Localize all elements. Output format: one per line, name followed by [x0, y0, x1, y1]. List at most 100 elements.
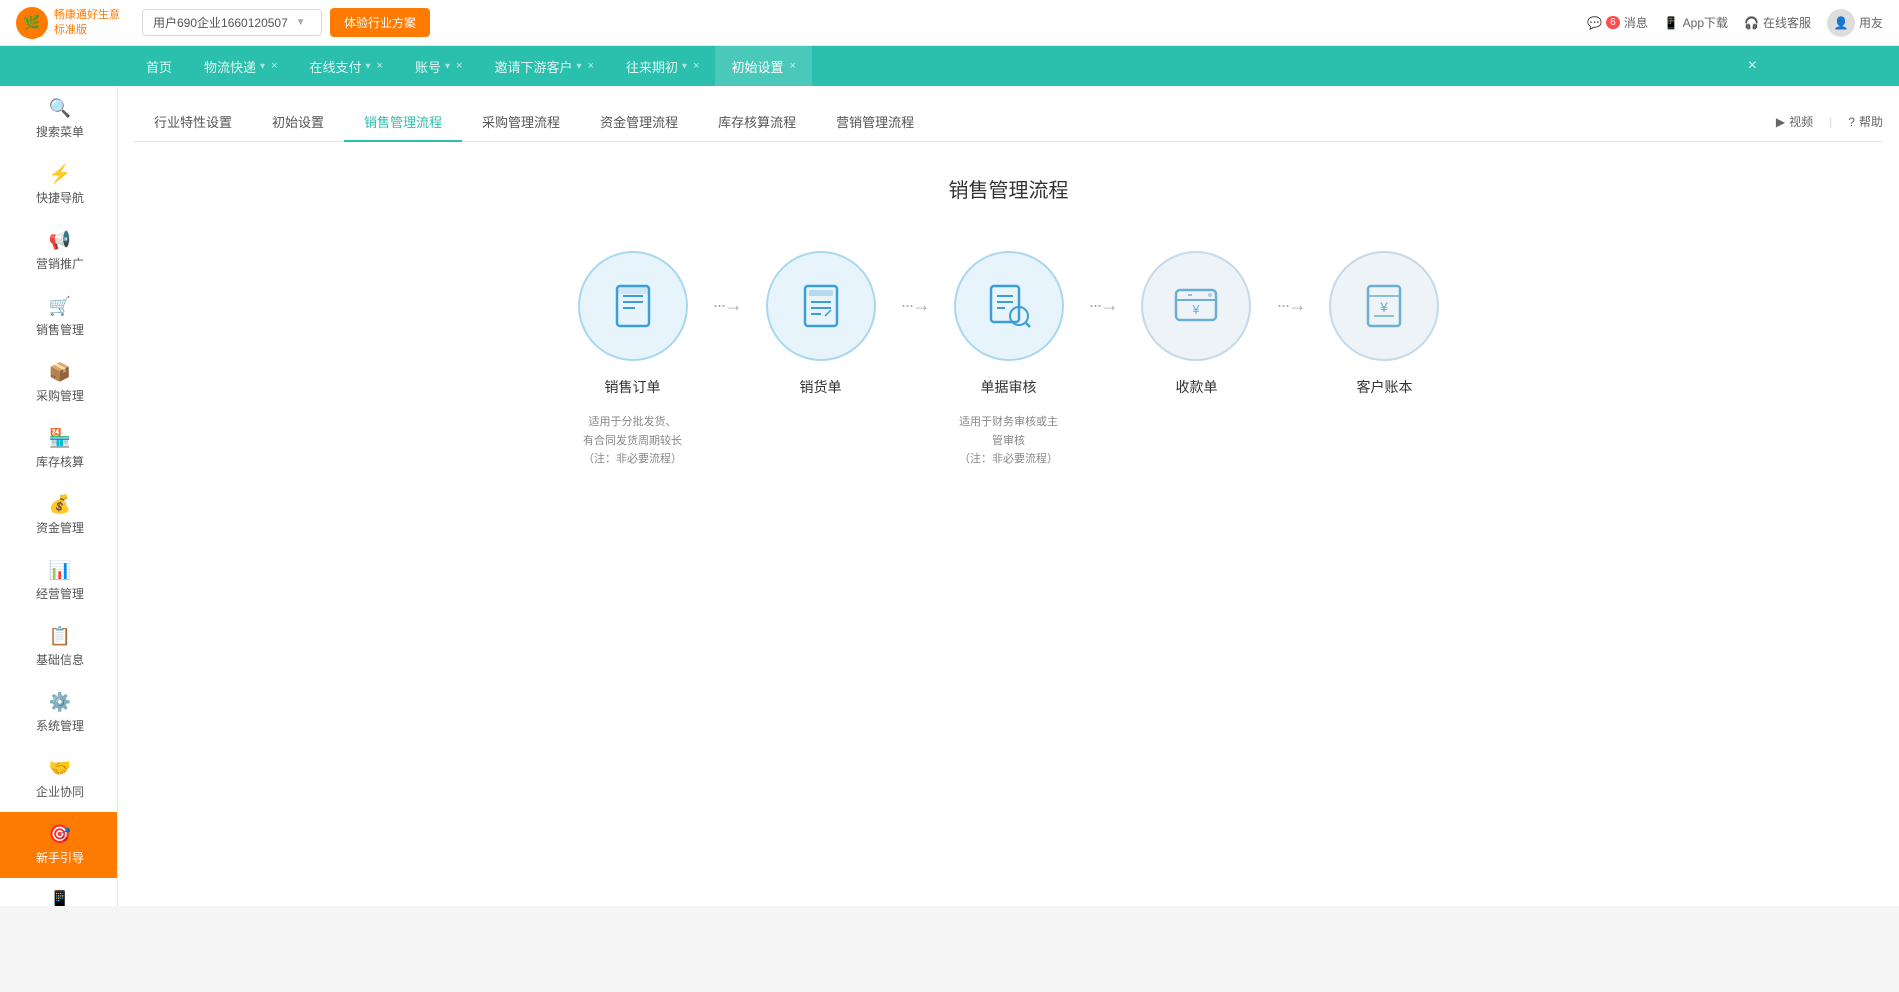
- sidebar-item-operations[interactable]: 📊 经营管理: [0, 548, 117, 614]
- main-content: 行业特性设置 初始设置 销售管理流程 采购管理流程 资金管理流程 库存核算流程 …: [118, 86, 1899, 906]
- sidebar: 🔍 搜索菜单 ⚡ 快捷导航 📢 营销推广 🛒 销售管理 📦 采购管理 🏪 库存核…: [0, 86, 118, 906]
- chevron-down-icon: ▾: [445, 61, 450, 72]
- search-icon: 🔍: [49, 98, 71, 119]
- logo-text: 畅康通好生意 标准版: [54, 8, 120, 37]
- mobile-icon: 📱: [49, 890, 71, 906]
- subtab-init[interactable]: 初始设置: [252, 102, 344, 141]
- flow-item-receipt: ¥ 收款单: [1116, 251, 1276, 413]
- svg-text:¥: ¥: [1380, 299, 1389, 315]
- flow-arrow-3: ···→: [1089, 251, 1117, 316]
- play-icon: ▶: [1776, 115, 1785, 129]
- app-download-item[interactable]: 📱 App下载: [1664, 14, 1728, 31]
- flow-item-sales-order: 销售订单 适用于分批发货、有合同发货周期较长（注：非必要流程）: [553, 251, 713, 469]
- flow-title-audit: 单据审核: [981, 377, 1037, 397]
- nav-tab-home[interactable]: 首页: [130, 46, 188, 86]
- subtab-finance-flow[interactable]: 资金管理流程: [580, 102, 698, 141]
- sidebar-item-inventory[interactable]: 🏪 库存核算: [0, 416, 117, 482]
- flow-arrow-1: ···→: [713, 251, 741, 316]
- nav-tab-payment[interactable]: 在线支付 ▾ ×: [294, 46, 399, 86]
- sidebar-item-cooperation[interactable]: 🤝 企业协同: [0, 746, 117, 812]
- nav-tab-logistics[interactable]: 物流快递 ▾ ×: [188, 46, 293, 86]
- user-selector[interactable]: 用户690企业1660120507 ▼: [142, 9, 322, 36]
- close-icon[interactable]: ×: [456, 60, 462, 72]
- chart-icon: 📊: [49, 560, 71, 581]
- flow-title-ledger: 客户账本: [1356, 377, 1412, 397]
- video-link[interactable]: ▶ 视频: [1776, 113, 1813, 130]
- help-link[interactable]: ? 帮助: [1848, 113, 1883, 130]
- close-icon[interactable]: ×: [789, 60, 795, 72]
- message-icon: 💬: [1587, 16, 1602, 30]
- nav-tab-period[interactable]: 往来期初 ▾ ×: [610, 46, 715, 86]
- box-icon: 📦: [49, 362, 71, 383]
- sidebar-item-basic[interactable]: 📋 基础信息: [0, 614, 117, 680]
- flow-arrow-2: ···→: [901, 251, 929, 316]
- nav-tab-invite[interactable]: 邀请下游客户 ▾ ×: [478, 46, 609, 86]
- flow-diagram: 销售订单 适用于分批发货、有合同发货周期较长（注：非必要流程） ···→ 销货单: [134, 251, 1883, 529]
- phone-icon: 📱: [1664, 16, 1679, 30]
- handshake-icon: 🤝: [49, 758, 71, 779]
- headset-icon: 🎧: [1744, 16, 1759, 30]
- subtab-sales-flow[interactable]: 销售管理流程: [344, 102, 462, 141]
- sidebar-item-sales[interactable]: 🛒 销售管理: [0, 284, 117, 350]
- sidebar-item-appcenter[interactable]: 📱 应用中心: [0, 878, 117, 906]
- avatar: 👤: [1827, 9, 1855, 37]
- user-selector-label: 用户690企业1660120507: [153, 14, 288, 31]
- target-icon: 🎯: [49, 824, 71, 845]
- flow-desc-sales-order: 适用于分批发货、有合同发货周期较长（注：非必要流程）: [583, 413, 682, 469]
- flash-icon: ⚡: [49, 164, 71, 185]
- chevron-down-icon: ▾: [260, 61, 265, 72]
- gear-icon: ⚙️: [49, 692, 71, 713]
- sidebar-item-guide[interactable]: 🎯 新手引导: [0, 812, 117, 878]
- flow-title-receipt: 收款单: [1175, 377, 1217, 397]
- user-avatar-item[interactable]: 👤 用友: [1827, 9, 1883, 37]
- flow-circle-audit[interactable]: [954, 251, 1064, 361]
- close-icon[interactable]: ×: [377, 60, 383, 72]
- close-icon[interactable]: ×: [271, 60, 277, 72]
- flow-desc-audit: 适用于财务审核或主管审核（注：非必要流程）: [959, 413, 1058, 469]
- nav-tab-init-settings[interactable]: 初始设置 ×: [715, 46, 811, 86]
- top-bar-right: 💬 6 消息 📱 App下载 🎧 在线客服 👤 用友: [1587, 9, 1883, 37]
- close-icon[interactable]: ×: [588, 60, 594, 72]
- flow-item-ledger: ¥ 客户账本: [1304, 251, 1464, 413]
- logo-icon: 🌿: [16, 7, 48, 39]
- store-icon: 🏪: [49, 428, 71, 449]
- subtab-marketing-flow[interactable]: 营销管理流程: [816, 102, 934, 141]
- chevron-down-icon: ▾: [366, 61, 371, 72]
- subtab-inventory-flow[interactable]: 库存核算流程: [698, 102, 816, 141]
- flow-item-audit: 单据审核 适用于财务审核或主管审核（注：非必要流程）: [929, 251, 1089, 469]
- sub-tabs: 行业特性设置 初始设置 销售管理流程 采购管理流程 资金管理流程 库存核算流程 …: [134, 102, 1883, 142]
- cart-icon: 🛒: [49, 296, 71, 317]
- sidebar-item-finance[interactable]: 💰 资金管理: [0, 482, 117, 548]
- service-item[interactable]: 🎧 在线客服: [1744, 14, 1811, 31]
- sidebar-item-search[interactable]: 🔍 搜索菜单: [0, 86, 117, 152]
- flow-title-sales-order: 销售订单: [605, 377, 661, 397]
- flow-circle-ledger[interactable]: ¥: [1329, 251, 1439, 361]
- sidebar-item-purchase[interactable]: 📦 采购管理: [0, 350, 117, 416]
- chevron-down-icon: ▾: [682, 61, 687, 72]
- sidebar-item-quicknav[interactable]: ⚡ 快捷导航: [0, 152, 117, 218]
- experience-button[interactable]: 体验行业方案: [330, 8, 430, 37]
- flow-circle-sales-order[interactable]: [578, 251, 688, 361]
- flow-item-invoice: 销货单: [741, 251, 901, 413]
- top-bar-left: 🌿 畅康通好生意 标准版 用户690企业1660120507 ▼ 体验行业方案: [16, 7, 430, 39]
- close-all-button[interactable]: ×: [1736, 57, 1769, 75]
- sidebar-item-marketing[interactable]: 📢 营销推广: [0, 218, 117, 284]
- money-icon: 💰: [49, 494, 71, 515]
- message-item[interactable]: 💬 6 消息: [1587, 14, 1648, 31]
- subtab-industry[interactable]: 行业特性设置: [134, 102, 252, 141]
- nav-tab-account[interactable]: 账号 ▾ ×: [399, 46, 478, 86]
- nav-tabs: 首页 物流快递 ▾ × 在线支付 ▾ × 账号 ▾ × 邀请下游客户 ▾ × 往…: [0, 46, 1899, 86]
- flow-arrow-4: ···→: [1276, 251, 1304, 316]
- chevron-down-icon: ▾: [576, 61, 581, 72]
- flow-circle-invoice[interactable]: [766, 251, 876, 361]
- logo-area: 🌿 畅康通好生意 标准版: [16, 7, 134, 39]
- top-bar: 🌿 畅康通好生意 标准版 用户690企业1660120507 ▼ 体验行业方案 …: [0, 0, 1899, 46]
- megaphone-icon: 📢: [49, 230, 71, 251]
- page-title: 销售管理流程: [134, 142, 1883, 251]
- flow-circle-receipt[interactable]: ¥: [1141, 251, 1251, 361]
- close-icon[interactable]: ×: [693, 60, 699, 72]
- question-icon: ?: [1848, 115, 1855, 129]
- sidebar-item-system[interactable]: ⚙️ 系统管理: [0, 680, 117, 746]
- clipboard-icon: 📋: [49, 626, 71, 647]
- subtab-purchase-flow[interactable]: 采购管理流程: [462, 102, 580, 141]
